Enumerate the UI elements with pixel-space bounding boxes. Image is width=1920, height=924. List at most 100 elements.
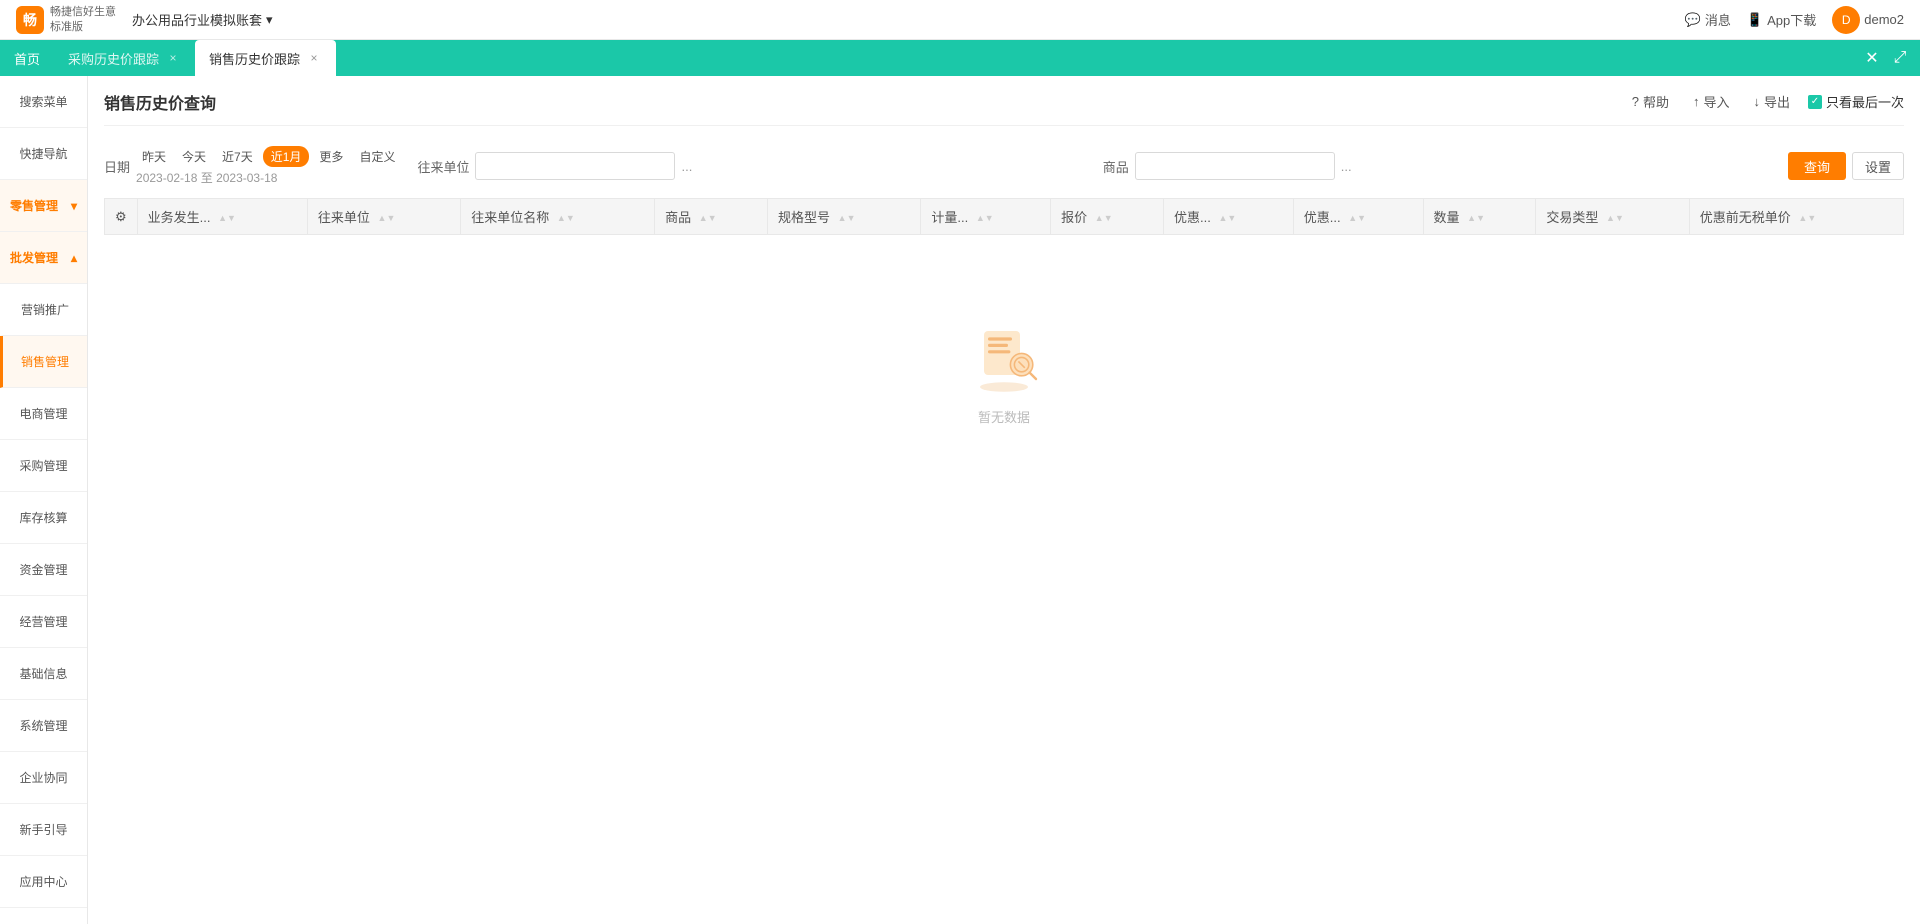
date-btn-7days[interactable]: 近7天: [216, 146, 259, 167]
date-buttons: 昨天 今天 近7天 近1月 更多 自定义: [136, 146, 401, 167]
content-area: 销售历史价查询 ? 帮助 ↑ 导入 ↓ 导出 ✓: [88, 76, 1920, 924]
sidebar-item-app-center[interactable]: 应用中心: [0, 856, 87, 908]
sidebar-item-ecommerce-mgmt[interactable]: 电商管理: [0, 388, 87, 440]
page-actions: ? 帮助 ↑ 导入 ↓ 导出 ✓ 只看最后一次: [1626, 88, 1904, 115]
sidebar-item-marketing[interactable]: 营销推广: [0, 284, 87, 336]
sort-arrows: ▲▼: [1095, 214, 1113, 223]
sort-arrows: ▲▼: [557, 214, 575, 223]
sort-arrows: ▲▼: [699, 214, 717, 223]
date-btn-yesterday[interactable]: 昨天: [136, 146, 172, 167]
import-icon: ↑: [1693, 94, 1700, 109]
export-button[interactable]: ↓ 导出: [1747, 88, 1796, 115]
sidebar-item-search-menu[interactable]: 搜索菜单: [0, 76, 87, 128]
sort-arrows: ▲▼: [1798, 214, 1816, 223]
sort-arrows: ▲▼: [1467, 214, 1485, 223]
empty-icon: [964, 315, 1044, 395]
sidebar-item-new-guide[interactable]: 新手引导: [0, 804, 87, 856]
table-header-row: ⚙ 业务发生... ▲▼ 往来单位 ▲▼ 往来单位名称 ▲▼: [105, 199, 1904, 235]
sidebar-item-finance-mgmt[interactable]: 资金管理: [0, 544, 87, 596]
product-filter-group: 商品 ...: [1103, 152, 1772, 180]
col-spec[interactable]: 规格型号 ▲▼: [768, 199, 921, 235]
close-tab-button[interactable]: ✕: [1860, 46, 1884, 70]
tab-home[interactable]: 首页: [0, 40, 54, 76]
date-btn-today[interactable]: 今天: [176, 146, 212, 167]
product-ellipsis[interactable]: ...: [1341, 159, 1352, 174]
col-discount2[interactable]: 优惠... ▲▼: [1293, 199, 1423, 235]
app-download-button[interactable]: 📱 App下载: [1747, 10, 1816, 29]
sidebar-item-retail-mgmt[interactable]: 零售管理 ▾: [0, 180, 87, 232]
partner-ellipsis[interactable]: ...: [681, 159, 692, 174]
sidebar-item-wholesale-mgmt[interactable]: 批发管理 ▴: [0, 232, 87, 284]
phone-icon: 📱: [1747, 12, 1763, 28]
sidebar-item-business-mgmt[interactable]: 经营管理: [0, 596, 87, 648]
date-btn-more[interactable]: 更多: [313, 146, 349, 167]
tab-bar: 首页 采购历史价跟踪 × 销售历史价跟踪 × ✕ ⤢: [0, 40, 1920, 76]
sidebar: 搜索菜单 快捷导航 零售管理 ▾ 批发管理 ▴ 营销推广 销售管理 电商管理 采…: [0, 76, 88, 924]
partner-input[interactable]: [475, 152, 675, 180]
page-content: 销售历史价查询 ? 帮助 ↑ 导入 ↓ 导出 ✓: [88, 76, 1920, 924]
product-input[interactable]: [1135, 152, 1335, 180]
settings-button[interactable]: 设置: [1852, 152, 1904, 180]
avatar: D: [1832, 6, 1860, 34]
sidebar-item-system-mgmt[interactable]: 系统管理: [0, 700, 87, 752]
only-last-checkbox[interactable]: ✓ 只看最后一次: [1808, 92, 1904, 111]
date-btn-custom[interactable]: 自定义: [353, 146, 401, 167]
logo-area: 畅 畅捷信好生意 标准版: [16, 5, 116, 34]
col-partner-name[interactable]: 往来单位名称 ▲▼: [461, 199, 655, 235]
sidebar-item-enterprise-collab[interactable]: 企业协同: [0, 752, 87, 804]
col-unit[interactable]: 计量... ▲▼: [921, 199, 1051, 235]
chevron-up-icon: ▴: [71, 251, 77, 265]
page-title: 销售历史价查询: [104, 90, 216, 114]
table-settings-icon[interactable]: ⚙: [115, 209, 127, 224]
chat-icon: 💬: [1685, 12, 1701, 28]
col-settings[interactable]: ⚙: [105, 199, 138, 235]
tab-purchase-history[interactable]: 采购历史价跟踪 ×: [54, 40, 195, 76]
chevron-down-icon: ▾: [71, 199, 77, 213]
sidebar-item-purchase-mgmt[interactable]: 采购管理: [0, 440, 87, 492]
main-layout: 搜索菜单 快捷导航 零售管理 ▾ 批发管理 ▴ 营销推广 销售管理 电商管理 采…: [0, 76, 1920, 924]
sidebar-item-basic-info[interactable]: 基础信息: [0, 648, 87, 700]
tab-close-purchase[interactable]: ×: [165, 50, 181, 66]
col-price[interactable]: 报价 ▲▼: [1051, 199, 1164, 235]
sidebar-item-quick-nav[interactable]: 快捷导航: [0, 128, 87, 180]
help-button[interactable]: ? 帮助: [1626, 88, 1675, 115]
tab-close-sales[interactable]: ×: [306, 50, 322, 66]
logo-icon: 畅: [16, 6, 44, 34]
col-trade-type[interactable]: 交易类型 ▲▼: [1536, 199, 1689, 235]
data-table: ⚙ 业务发生... ▲▼ 往来单位 ▲▼ 往来单位名称 ▲▼: [104, 198, 1904, 235]
sidebar-item-sales-mgmt[interactable]: 销售管理: [0, 336, 87, 388]
sort-arrows: ▲▼: [976, 214, 994, 223]
sort-arrows: ▲▼: [1219, 214, 1237, 223]
col-pretax-price[interactable]: 优惠前无税单价 ▲▼: [1689, 199, 1903, 235]
checkbox-icon: ✓: [1808, 95, 1822, 109]
tab-bar-actions: ✕ ⤢: [1860, 40, 1920, 76]
logo-text: 畅捷信好生意 标准版: [50, 5, 116, 34]
date-range-text: 2023-02-18 至 2023-03-18: [136, 169, 401, 186]
sort-arrows: ▲▼: [1606, 214, 1624, 223]
filter-actions: 查询 设置: [1788, 152, 1904, 180]
export-icon: ↓: [1753, 94, 1760, 109]
col-quantity[interactable]: 数量 ▲▼: [1423, 199, 1536, 235]
date-btn-1month[interactable]: 近1月: [263, 146, 310, 167]
sort-arrows: ▲▼: [838, 214, 856, 223]
query-button[interactable]: 查询: [1788, 152, 1846, 180]
sort-arrows: ▲▼: [378, 214, 396, 223]
sidebar-item-enterprise-wechat[interactable]: 企业微信: [0, 908, 87, 924]
col-biz-date[interactable]: 业务发生... ▲▼: [137, 199, 307, 235]
col-partner-code[interactable]: 往来单位 ▲▼: [307, 199, 460, 235]
date-options-group: 昨天 今天 近7天 近1月 更多 自定义 2023-02-18 至 2023-0…: [136, 146, 401, 186]
sidebar-item-inventory-calc[interactable]: 库存核算: [0, 492, 87, 544]
empty-state: 暂无数据: [104, 235, 1904, 506]
col-product[interactable]: 商品 ▲▼: [655, 199, 768, 235]
import-button[interactable]: ↑ 导入: [1687, 88, 1736, 115]
chat-button[interactable]: 💬 消息: [1685, 10, 1731, 29]
page-header: 销售历史价查询 ? 帮助 ↑ 导入 ↓ 导出 ✓: [104, 88, 1904, 126]
empty-text: 暂无数据: [978, 407, 1030, 426]
partner-filter-label: 往来单位: [417, 157, 469, 176]
sort-arrows: ▲▼: [1348, 214, 1366, 223]
maximize-button[interactable]: ⤢: [1888, 46, 1912, 70]
col-discount1[interactable]: 优惠... ▲▼: [1164, 199, 1294, 235]
app-selector[interactable]: 办公用品行业模拟账套 ▾: [124, 6, 281, 33]
tab-sales-history[interactable]: 销售历史价跟踪 ×: [195, 40, 336, 76]
user-menu[interactable]: D demo2: [1832, 6, 1904, 34]
